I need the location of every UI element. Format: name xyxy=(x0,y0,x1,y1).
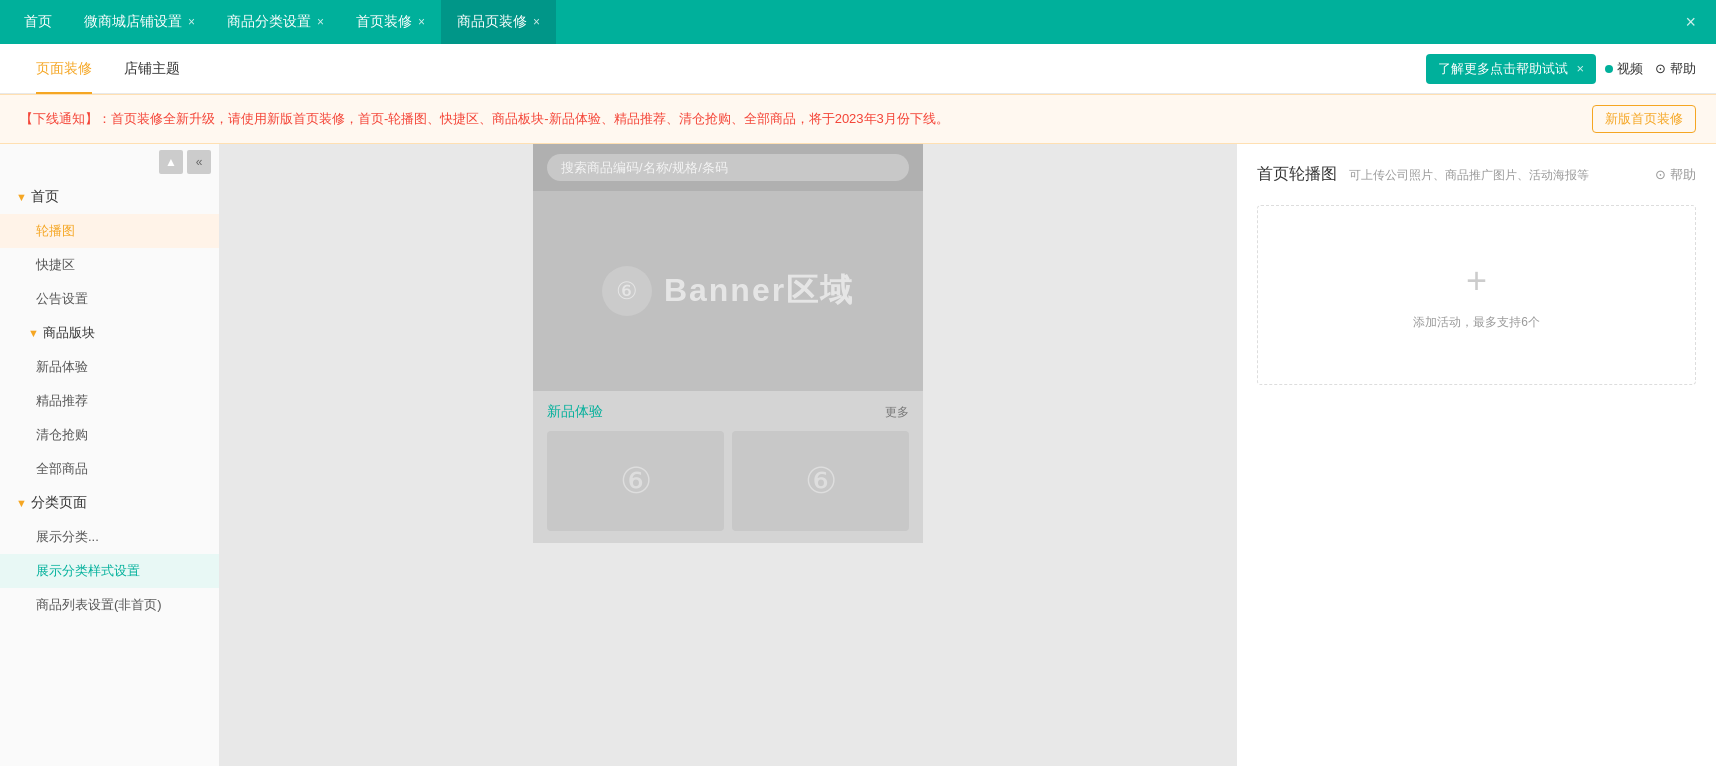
sidebar-item-notice[interactable]: 公告设置 xyxy=(0,282,219,316)
right-panel-help-label: 帮助 xyxy=(1670,166,1696,184)
all-products-label: 全部商品 xyxy=(36,461,88,476)
sidebar-subsection-products[interactable]: ▼ 商品版块 xyxy=(0,316,219,350)
sidebar-item-all-products[interactable]: 全部商品 xyxy=(0,452,219,486)
sidebar-item-category-style[interactable]: 展示分类样式设置 xyxy=(0,554,219,588)
category-style-label: 展示分类样式设置 xyxy=(36,563,140,578)
add-image-text: 添加活动，最多支持6个 xyxy=(1413,314,1540,331)
tab-page-decor-label: 页面装修 xyxy=(36,60,92,78)
phone-search-bar xyxy=(533,144,923,191)
nav-label-home: 首页 xyxy=(24,13,52,31)
nav-label-store: 微商城店铺设置 xyxy=(84,13,182,31)
help-link[interactable]: ⊙ 帮助 xyxy=(1655,60,1696,78)
product-list-label: 商品列表设置(非首页) xyxy=(36,597,162,612)
nav-item-product-decor[interactable]: 商品页装修 × xyxy=(441,0,556,44)
home-section-arrow: ▼ xyxy=(16,191,27,203)
product-grid: ⑥ ⑥ xyxy=(547,431,909,531)
nav-close-product-decor[interactable]: × xyxy=(533,15,540,29)
preview-area: ⑥ Banner区域 新品体验 更多 ⑥ ⑥ xyxy=(220,144,1236,766)
banner-text: Banner区域 xyxy=(664,269,854,313)
help-banner-close[interactable]: × xyxy=(1576,61,1584,76)
video-link[interactable]: 视频 xyxy=(1605,60,1643,78)
notice-label: 公告设置 xyxy=(36,291,88,306)
nav-item-home[interactable]: 首页 xyxy=(8,0,68,44)
main-layout: ▲ « ▼ 首页 轮播图 快捷区 公告设置 ▼ 商品版块 新品体验 精品推荐 清… xyxy=(0,144,1716,766)
window-close-button[interactable]: × xyxy=(1673,12,1708,33)
right-panel-help-button[interactable]: ⊙ 帮助 xyxy=(1655,166,1696,184)
right-panel-header: 首页轮播图 可上传公司照片、商品推广图片、活动海报等 ⊙ 帮助 xyxy=(1257,164,1696,185)
right-panel-desc: 可上传公司照片、商品推广图片、活动海报等 xyxy=(1349,168,1589,182)
nav-close-home-decor[interactable]: × xyxy=(418,15,425,29)
sidebar-item-banner[interactable]: 轮播图 xyxy=(0,214,219,248)
nav-item-store-settings[interactable]: 微商城店铺设置 × xyxy=(68,0,211,44)
product-card-1: ⑥ xyxy=(547,431,724,531)
category-section-label: 分类页面 xyxy=(31,494,87,512)
product-section: 新品体验 更多 ⑥ ⑥ xyxy=(533,391,923,543)
show-category-label: 展示分类... xyxy=(36,529,99,544)
nav-label-product-decor: 商品页装修 xyxy=(457,13,527,31)
sidebar-item-product-list[interactable]: 商品列表设置(非首页) xyxy=(0,588,219,622)
question-icon: ⊙ xyxy=(1655,61,1666,76)
sidebar-item-new-experience[interactable]: 新品体验 xyxy=(0,350,219,384)
premium-label: 精品推荐 xyxy=(36,393,88,408)
nav-close-store[interactable]: × xyxy=(188,15,195,29)
product-section-header: 新品体验 更多 xyxy=(547,403,909,421)
add-image-box[interactable]: + 添加活动，最多支持6个 xyxy=(1257,205,1696,385)
products-subsection-arrow: ▼ xyxy=(28,327,39,339)
sidebar-top-controls: ▲ « xyxy=(0,144,219,180)
product-card-2: ⑥ xyxy=(732,431,909,531)
header-right: 了解更多点击帮助试试 × 视频 ⊙ 帮助 xyxy=(1605,60,1696,78)
nav-item-category-settings[interactable]: 商品分类设置 × xyxy=(211,0,340,44)
tab-store-theme[interactable]: 店铺主题 xyxy=(108,44,196,94)
sidebar-section-home[interactable]: ▼ 首页 xyxy=(0,180,219,214)
nav-item-home-decor[interactable]: 首页装修 × xyxy=(340,0,441,44)
nav-label-category: 商品分类设置 xyxy=(227,13,311,31)
nav-label-home-decor: 首页装修 xyxy=(356,13,412,31)
help-banner-text: 了解更多点击帮助试试 xyxy=(1438,60,1568,78)
notice-text: 【下线通知】：首页装修全新升级，请使用新版首页装修，首页-轮播图、快捷区、商品板… xyxy=(20,110,949,128)
plus-icon: + xyxy=(1466,260,1487,302)
new-experience-label: 新品体验 xyxy=(36,359,88,374)
right-panel-title: 首页轮播图 xyxy=(1257,165,1337,182)
products-subsection-label: 商品版块 xyxy=(43,324,95,342)
sidebar: ▲ « ▼ 首页 轮播图 快捷区 公告设置 ▼ 商品版块 新品体验 精品推荐 清… xyxy=(0,144,220,766)
new-home-decor-button[interactable]: 新版首页装修 xyxy=(1592,105,1696,133)
top-nav: 首页 微商城店铺设置 × 商品分类设置 × 首页装修 × 商品页装修 × × xyxy=(0,0,1716,44)
sidebar-item-shortcut[interactable]: 快捷区 xyxy=(0,248,219,282)
category-section-arrow: ▼ xyxy=(16,497,27,509)
sidebar-item-clearance[interactable]: 清仓抢购 xyxy=(0,418,219,452)
search-input[interactable] xyxy=(547,154,909,181)
help-banner[interactable]: 了解更多点击帮助试试 × xyxy=(1426,54,1596,84)
notice-bar: 【下线通知】：首页装修全新升级，请使用新版首页装修，首页-轮播图、快捷区、商品板… xyxy=(0,94,1716,144)
tab-page-decor[interactable]: 页面装修 xyxy=(20,44,108,94)
sub-header: 页面装修 店铺主题 了解更多点击帮助试试 × 视频 ⊙ 帮助 xyxy=(0,44,1716,94)
product-card-icon-1: ⑥ xyxy=(620,460,652,502)
help-label: 帮助 xyxy=(1670,60,1696,78)
sidebar-item-show-category[interactable]: 展示分类... xyxy=(0,520,219,554)
section-more: 更多 xyxy=(885,404,909,421)
shortcut-label: 快捷区 xyxy=(36,257,75,272)
sidebar-collapse-button[interactable]: « xyxy=(187,150,211,174)
clearance-label: 清仓抢购 xyxy=(36,427,88,442)
video-label: 视频 xyxy=(1617,60,1643,78)
product-card-icon-2: ⑥ xyxy=(805,460,837,502)
banner-area: ⑥ Banner区域 xyxy=(533,191,923,391)
banner-logo-icon: ⑥ xyxy=(602,266,652,316)
section-title: 新品体验 xyxy=(547,403,603,421)
home-section-label: 首页 xyxy=(31,188,59,206)
right-panel-title-group: 首页轮播图 可上传公司照片、商品推广图片、活动海报等 xyxy=(1257,164,1589,185)
sidebar-item-premium[interactable]: 精品推荐 xyxy=(0,384,219,418)
tab-store-theme-label: 店铺主题 xyxy=(124,60,180,78)
video-dot-icon xyxy=(1605,65,1613,73)
help-icon: ⊙ xyxy=(1655,167,1666,182)
banner-logo: ⑥ Banner区域 xyxy=(602,266,854,316)
sidebar-section-category[interactable]: ▼ 分类页面 xyxy=(0,486,219,520)
phone-frame: ⑥ Banner区域 新品体验 更多 ⑥ ⑥ xyxy=(533,144,923,543)
nav-close-category[interactable]: × xyxy=(317,15,324,29)
right-panel: 首页轮播图 可上传公司照片、商品推广图片、活动海报等 ⊙ 帮助 + 添加活动，最… xyxy=(1236,144,1716,766)
scroll-up-button[interactable]: ▲ xyxy=(159,150,183,174)
banner-label: 轮播图 xyxy=(36,223,75,238)
